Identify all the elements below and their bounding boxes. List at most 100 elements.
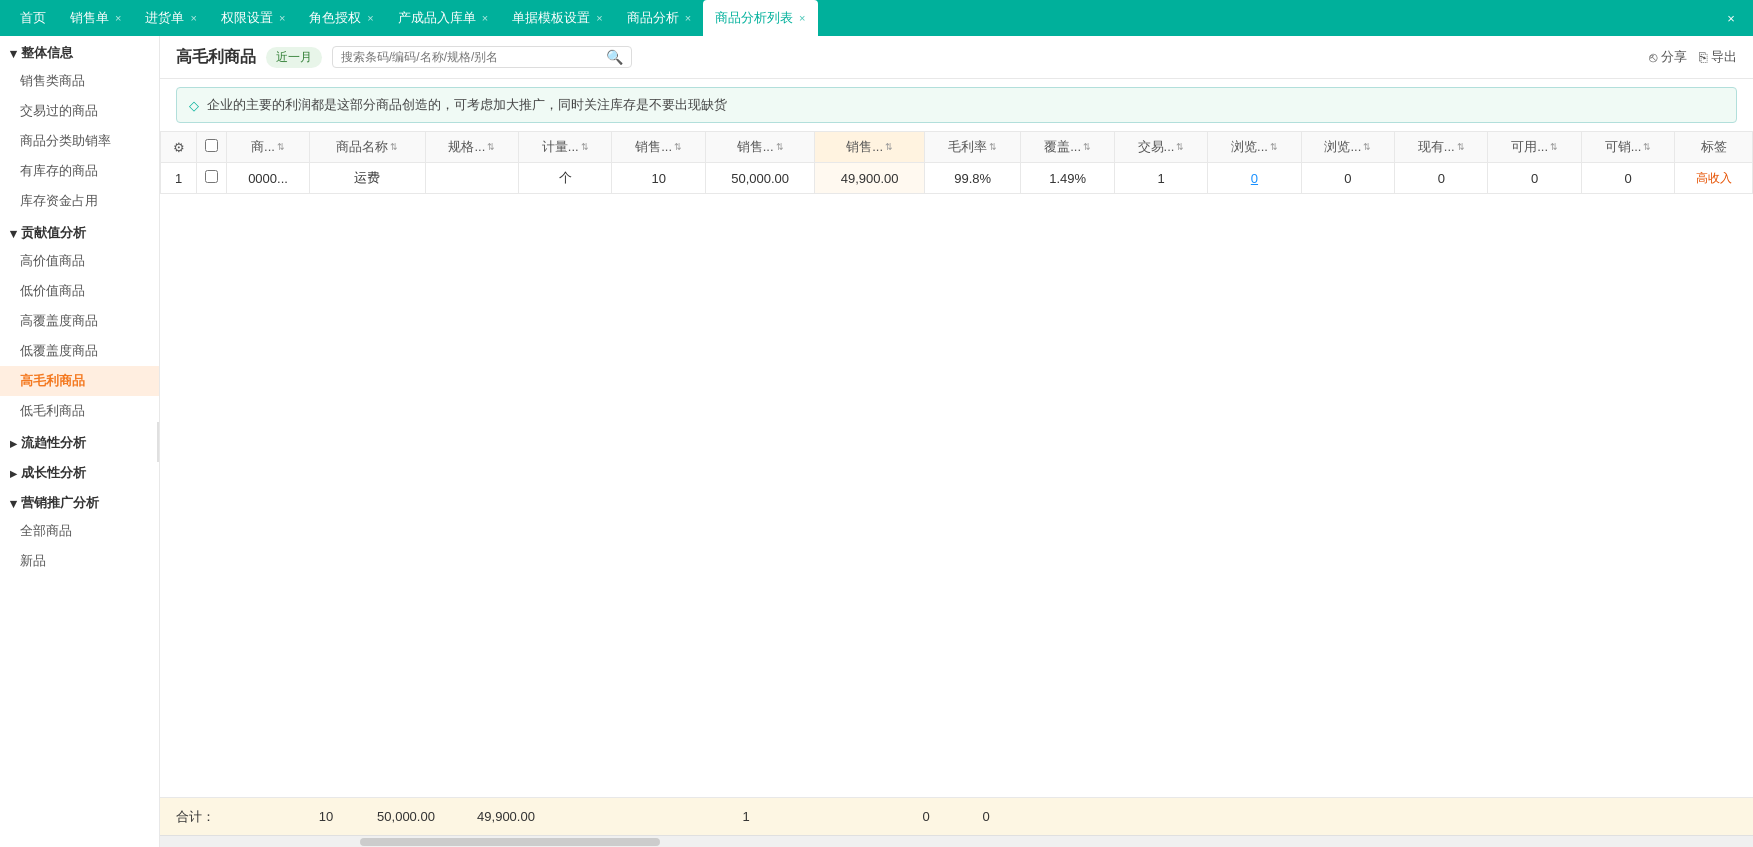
sidebar-item-new-goods[interactable]: 新品 <box>0 546 159 576</box>
col-trade-count[interactable]: 交易... ⇅ <box>1114 132 1207 163</box>
sidebar-item-all-goods[interactable]: 全部商品 <box>0 516 159 546</box>
nav-template-settings-close[interactable]: × <box>596 0 602 36</box>
nav-product-analysis[interactable]: 商品分析 × <box>615 0 703 36</box>
scroll-thumb[interactable] <box>360 838 660 846</box>
nav-sales-order-close[interactable]: × <box>115 0 121 36</box>
col-current-stock-sort: 现有... ⇅ <box>1418 138 1465 156</box>
nav-product-analysis-label: 商品分析 <box>627 0 679 36</box>
col-gross-margin[interactable]: 毛利率 ⇅ <box>924 132 1021 163</box>
nav-product-inbound[interactable]: 产成品入库单 × <box>386 0 500 36</box>
sort-icon-coverage: ⇅ <box>1083 142 1091 152</box>
horizontal-scrollbar[interactable] <box>160 835 1753 847</box>
search-box[interactable]: 🔍 <box>332 46 632 68</box>
settings-icon[interactable]: ⚙ <box>173 140 185 155</box>
search-icon[interactable]: 🔍 <box>606 49 623 65</box>
nav-permission-settings[interactable]: 权限设置 × <box>209 0 297 36</box>
sidebar-group-contribution[interactable]: ▾ 贡献值分析 <box>0 216 159 246</box>
nav-role-auth[interactable]: 角色授权 × <box>297 0 385 36</box>
col-sales-amount-sort: 销售... ⇅ <box>737 138 784 156</box>
nav-product-analysis-list[interactable]: 商品分析列表 × <box>703 0 817 36</box>
col-view1[interactable]: 浏览... ⇅ <box>1208 132 1301 163</box>
sidebar-group-growth-label: 成长性分析 <box>21 464 86 482</box>
cell-checkbox[interactable] <box>197 163 227 194</box>
export-button[interactable]: ⎘ 导出 <box>1699 48 1737 66</box>
col-sales-profit[interactable]: 销售... ⇅ <box>815 132 925 163</box>
col-spec-sort: 规格... ⇅ <box>448 138 495 156</box>
nav-template-settings[interactable]: 单据模板设置 × <box>500 0 614 36</box>
nav-permission-settings-close[interactable]: × <box>279 0 285 36</box>
chevron-down-icon-2: ▾ <box>10 226 17 241</box>
sidebar-item-low-coverage[interactable]: 低覆盖度商品 <box>0 336 159 366</box>
sort-icon-current-stock: ⇅ <box>1457 142 1465 152</box>
sidebar-item-traded-goods[interactable]: 交易过的商品 <box>0 96 159 126</box>
sidebar-collapse-button[interactable]: 《 <box>157 422 160 462</box>
col-saleable-stock[interactable]: 可销... ⇅ <box>1581 132 1674 163</box>
cell-sales-qty: 10 <box>612 163 705 194</box>
col-available-stock-sort: 可用... ⇅ <box>1511 138 1558 156</box>
sidebar-item-category-rate[interactable]: 商品分类助销率 <box>0 126 159 156</box>
sidebar-group-overall[interactable]: ▾ 整体信息 <box>0 36 159 66</box>
col-sales-amount[interactable]: 销售... ⇅ <box>705 132 815 163</box>
nav-product-analysis-close[interactable]: × <box>685 0 691 36</box>
data-table: ⚙ 商... ⇅ 商品名称 <box>160 131 1753 194</box>
content-area: 高毛利商品 近一月 🔍 ⎋ 分享 ⎘ 导出 ◇ 企业的主要的利润都是这部分商品创… <box>160 36 1753 847</box>
main-layout: 《 ▾ 整体信息 销售类商品 交易过的商品 商品分类助销率 有库存的商品 库存资… <box>0 36 1753 847</box>
nav-role-auth-label: 角色授权 <box>309 0 361 36</box>
col-unit[interactable]: 计量... ⇅ <box>519 132 612 163</box>
sidebar-group-marketing[interactable]: ▾ 营销推广分析 <box>0 486 159 516</box>
export-icon: ⎘ <box>1699 49 1707 65</box>
info-text: 企业的主要的利润都是这部分商品创造的，可考虑加大推广，同时关注库存是不要出现缺货 <box>207 96 727 114</box>
sidebar-group-marketing-label: 营销推广分析 <box>21 494 99 512</box>
nav-sales-order[interactable]: 销售单 × <box>58 0 133 36</box>
nav-product-analysis-list-close[interactable]: × <box>799 0 805 36</box>
nav-product-inbound-close[interactable]: × <box>482 0 488 36</box>
filter-tag-month[interactable]: 近一月 <box>266 47 322 68</box>
col-available-stock[interactable]: 可用... ⇅ <box>1488 132 1581 163</box>
window-close-button[interactable]: × <box>1717 4 1745 32</box>
sidebar-item-low-margin[interactable]: 低毛利商品 <box>0 396 159 426</box>
sidebar-item-high-coverage[interactable]: 高覆盖度商品 <box>0 306 159 336</box>
col-view2[interactable]: 浏览... ⇅ <box>1301 132 1394 163</box>
share-label: 分享 <box>1661 48 1687 66</box>
sidebar-group-contribution-label: 贡献值分析 <box>21 224 86 242</box>
col-checkbox <box>197 132 227 163</box>
footer-total-label: 合计： <box>176 808 296 826</box>
cell-view1[interactable]: 0 <box>1208 163 1301 194</box>
nav-purchase-order[interactable]: 进货单 × <box>133 0 208 36</box>
sidebar-item-low-value[interactable]: 低价值商品 <box>0 276 159 306</box>
nav-product-inbound-label: 产成品入库单 <box>398 0 476 36</box>
window-close-icon: × <box>1727 11 1735 26</box>
sidebar-item-in-stock-goods[interactable]: 有库存的商品 <box>0 156 159 186</box>
sidebar-item-high-value[interactable]: 高价值商品 <box>0 246 159 276</box>
sidebar-item-high-margin[interactable]: 高毛利商品 <box>0 366 159 396</box>
share-button[interactable]: ⎋ 分享 <box>1649 48 1687 66</box>
cell-gross-margin: 99.8% <box>924 163 1021 194</box>
cell-saleable-stock: 0 <box>1581 163 1674 194</box>
col-saleable-stock-sort: 可销... ⇅ <box>1605 138 1652 156</box>
nav-purchase-order-close[interactable]: × <box>190 0 196 36</box>
chevron-down-icon: ▾ <box>10 46 17 61</box>
footer-cell-empty3 <box>776 809 836 824</box>
table-container[interactable]: ⚙ 商... ⇅ 商品名称 <box>160 131 1753 797</box>
col-coverage[interactable]: 覆盖... ⇅ <box>1021 132 1114 163</box>
row-checkbox[interactable] <box>205 170 218 183</box>
sidebar-item-stock-capital[interactable]: 库存资金占用 <box>0 186 159 216</box>
col-gross-margin-sort: 毛利率 ⇅ <box>948 138 997 156</box>
nav-home[interactable]: 首页 <box>8 0 58 36</box>
col-sales-qty[interactable]: 销售... ⇅ <box>612 132 705 163</box>
sidebar-item-sales-goods[interactable]: 销售类商品 <box>0 66 159 96</box>
sort-icon-unit: ⇅ <box>581 142 589 152</box>
sidebar-group-trend[interactable]: ▸ 流趋性分析 <box>0 426 159 456</box>
col-current-stock[interactable]: 现有... ⇅ <box>1395 132 1488 163</box>
sidebar-group-growth[interactable]: ▸ 成长性分析 <box>0 456 159 486</box>
col-name[interactable]: 商品名称 ⇅ <box>310 132 426 163</box>
col-coverage-sort: 覆盖... ⇅ <box>1044 138 1091 156</box>
chevron-right-icon-2: ▸ <box>10 466 17 481</box>
cell-spec <box>425 163 518 194</box>
col-code[interactable]: 商... ⇅ <box>227 132 310 163</box>
select-all-checkbox[interactable] <box>205 139 218 152</box>
search-input[interactable] <box>341 50 602 64</box>
nav-template-settings-label: 单据模板设置 <box>512 0 590 36</box>
nav-role-auth-close[interactable]: × <box>367 0 373 36</box>
col-spec[interactable]: 规格... ⇅ <box>425 132 518 163</box>
